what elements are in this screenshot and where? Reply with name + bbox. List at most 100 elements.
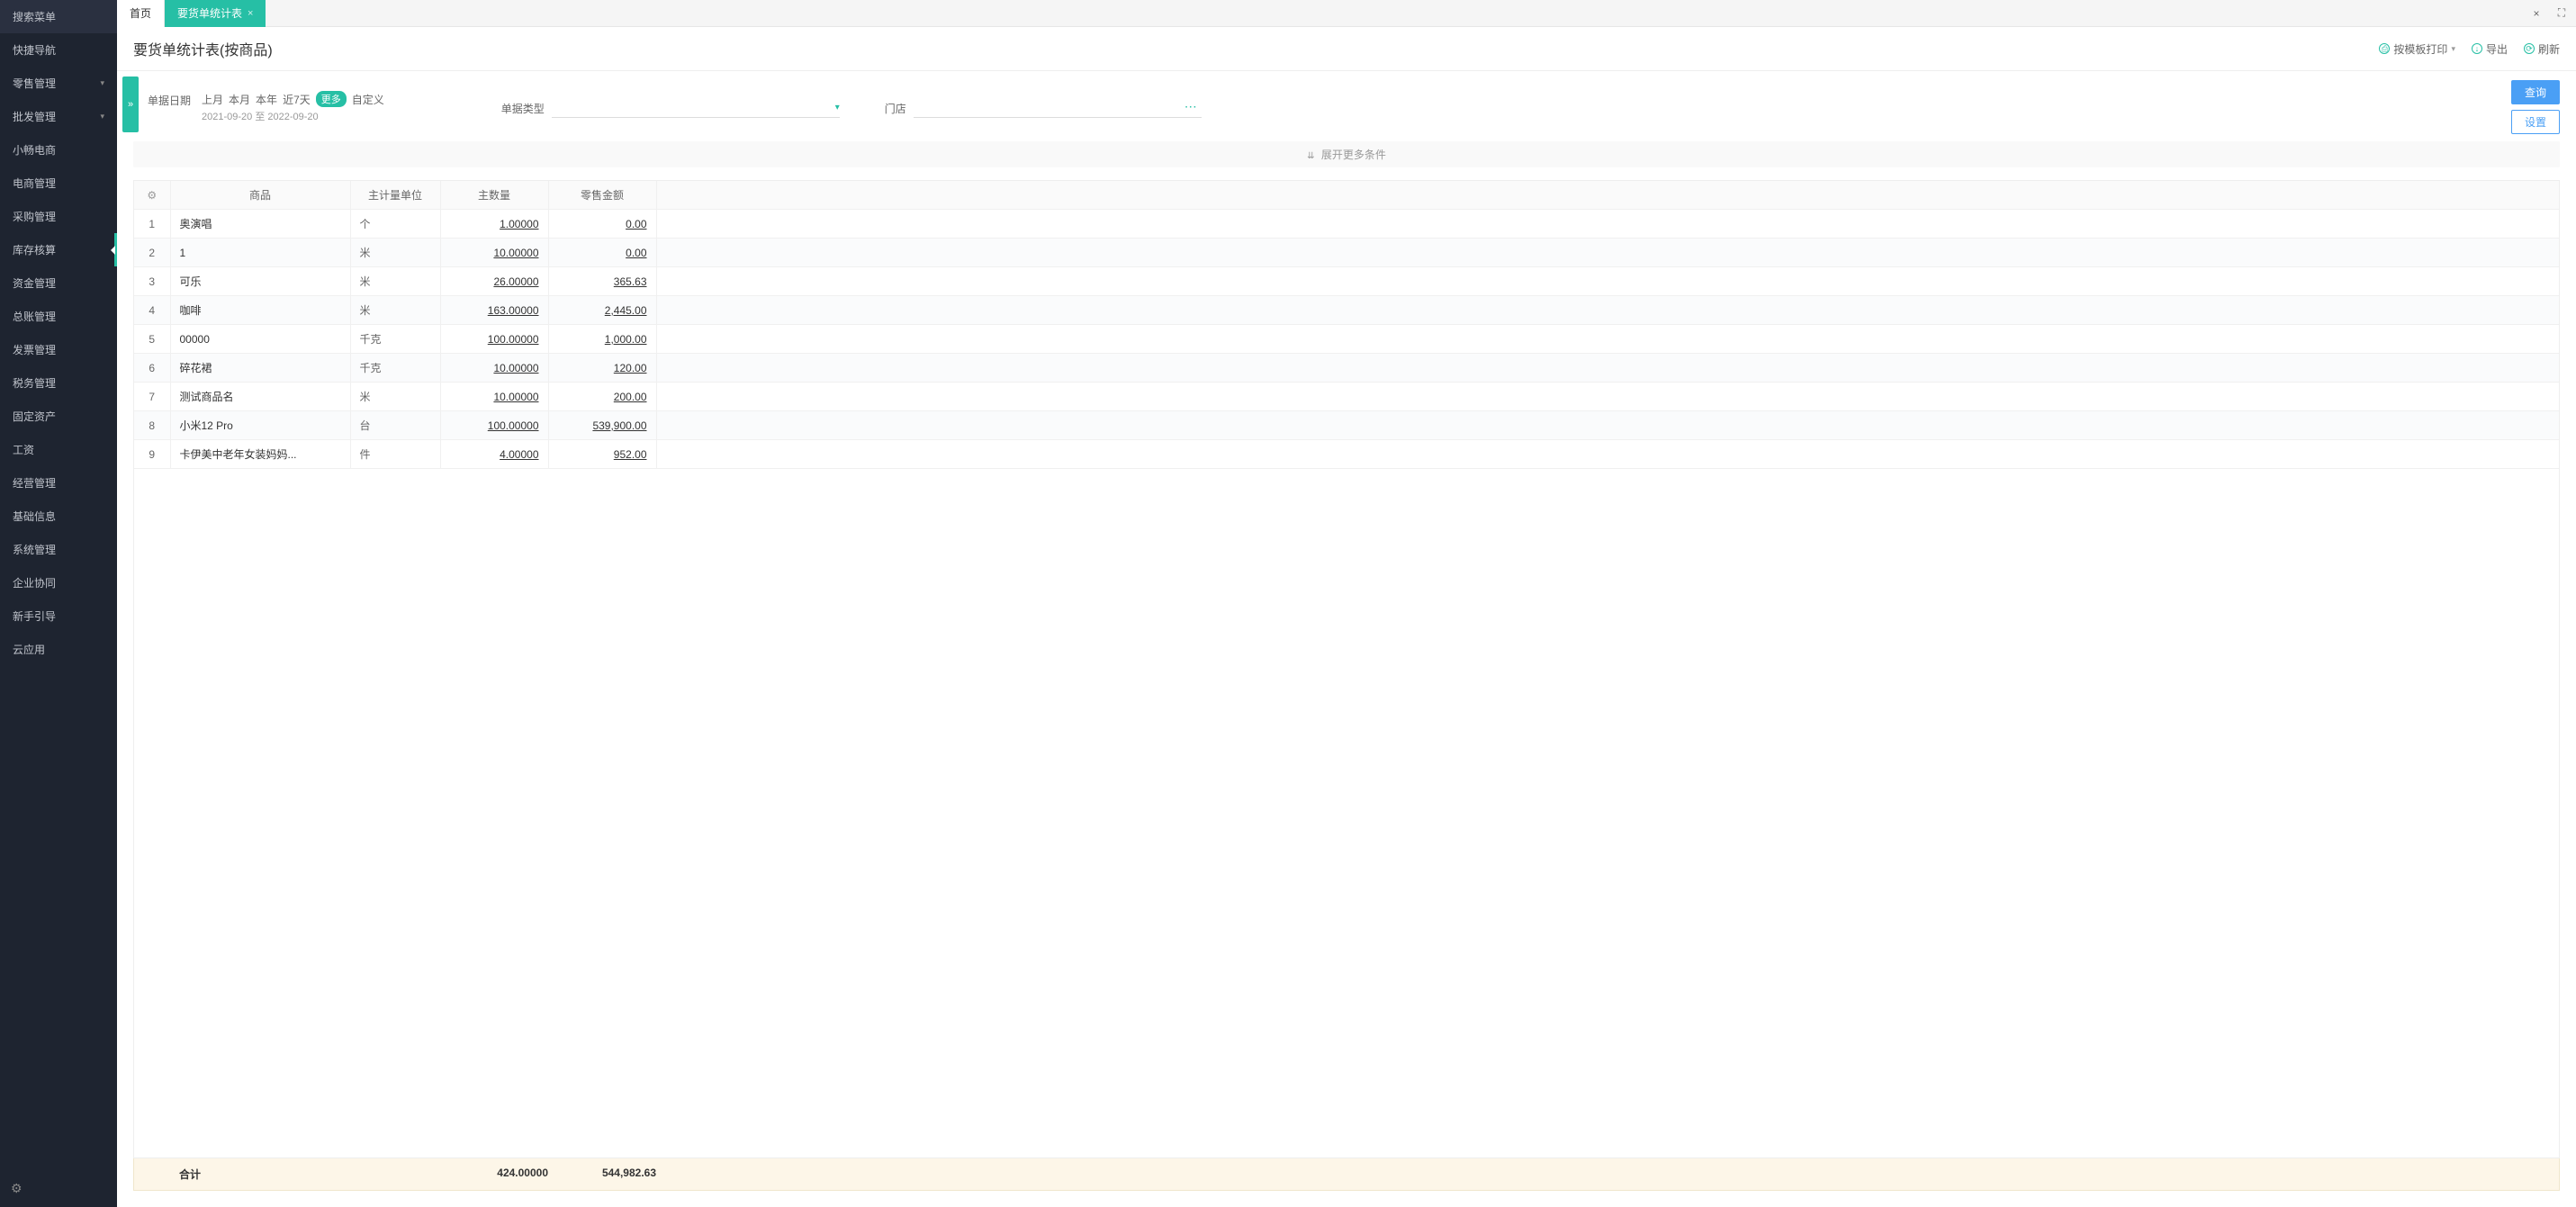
- cell-amount[interactable]: 200.00: [548, 383, 656, 411]
- sidebar-item-15[interactable]: 基础信息: [0, 500, 117, 533]
- preset-more[interactable]: 更多: [316, 91, 347, 107]
- table-wrap: ⚙ 商品 主计量单位 主数量 零售金额 1奥演唱个1.000000.0021米1…: [117, 167, 2576, 1207]
- cell-unit: 米: [350, 267, 440, 296]
- sidebar-item-label: 发票管理: [13, 342, 56, 357]
- th-amount[interactable]: 零售金额: [548, 181, 656, 210]
- cell-amount[interactable]: 539,900.00: [548, 411, 656, 440]
- cell-qty[interactable]: 1.00000: [440, 210, 548, 239]
- preset-custom[interactable]: 自定义: [352, 92, 384, 107]
- preset-last-month[interactable]: 上月: [202, 92, 223, 107]
- expand-more-filters[interactable]: ⇊ 展开更多条件: [133, 141, 2560, 167]
- tab-home-label: 首页: [130, 5, 151, 21]
- sidebar-item-7[interactable]: 库存核算: [0, 233, 117, 266]
- table-row[interactable]: 6碎花裙千克10.00000120.00: [134, 354, 2559, 383]
- table-row[interactable]: 8小米12 Pro台100.00000539,900.00: [134, 411, 2559, 440]
- sidebar-item-6[interactable]: 采购管理: [0, 200, 117, 233]
- collapse-filter-handle[interactable]: »: [122, 77, 139, 132]
- sidebar-item-13[interactable]: 工资: [0, 433, 117, 466]
- cell-qty[interactable]: 10.00000: [440, 354, 548, 383]
- preset-this-year[interactable]: 本年: [256, 92, 277, 107]
- print-button[interactable]: ⎙ 按模板打印 ▾: [2379, 41, 2455, 57]
- refresh-icon: ⟳: [2524, 43, 2535, 54]
- sidebar-item-18[interactable]: 新手引导: [0, 599, 117, 633]
- sidebar-item-4[interactable]: 小畅电商: [0, 133, 117, 167]
- cell-qty[interactable]: 26.00000: [440, 267, 548, 296]
- chevron-down-icon: ▾: [2451, 44, 2455, 54]
- sidebar-item-19[interactable]: 云应用: [0, 633, 117, 666]
- gear-icon: ⚙: [11, 1181, 23, 1195]
- tab-close-all[interactable]: ×: [2526, 3, 2547, 24]
- cell-product: 00000: [170, 325, 350, 354]
- cell-amount[interactable]: 120.00: [548, 354, 656, 383]
- table-row[interactable]: 500000千克100.000001,000.00: [134, 325, 2559, 354]
- cell-qty[interactable]: 4.00000: [440, 440, 548, 469]
- page-header: 要货单统计表(按商品) ⎙ 按模板打印 ▾ ↓ 导出 ⟳ 刷新: [117, 27, 2576, 71]
- table-row[interactable]: 9卡伊美中老年女装妈妈...件4.00000952.00: [134, 440, 2559, 469]
- cell-unit: 个: [350, 210, 440, 239]
- sidebar-item-label: 搜索菜单: [13, 9, 56, 24]
- doc-type-input[interactable]: [552, 97, 840, 118]
- cell-idx: 2: [134, 239, 170, 267]
- sidebar: 搜索菜单快捷导航零售管理▾批发管理▾ 小畅电商电商管理采购管理库存核算资金管理总账…: [0, 0, 117, 1207]
- export-button[interactable]: ↓ 导出: [2472, 41, 2508, 57]
- th-qty[interactable]: 主数量: [440, 181, 548, 210]
- cell-qty[interactable]: 100.00000: [440, 325, 548, 354]
- sidebar-item-label: 企业协同: [13, 575, 56, 590]
- table-row[interactable]: 3可乐米26.00000365.63: [134, 267, 2559, 296]
- sidebar-item-10[interactable]: 发票管理: [0, 333, 117, 366]
- cell-amount[interactable]: 1,000.00: [548, 325, 656, 354]
- sidebar-item-11[interactable]: 税务管理: [0, 366, 117, 400]
- export-icon: ↓: [2472, 43, 2482, 54]
- cell-qty[interactable]: 10.00000: [440, 383, 548, 411]
- cell-amount[interactable]: 0.00: [548, 239, 656, 267]
- sidebar-item-9[interactable]: 总账管理: [0, 300, 117, 333]
- cell-qty[interactable]: 100.00000: [440, 411, 548, 440]
- table-row[interactable]: 21米10.000000.00: [134, 239, 2559, 267]
- sidebar-item-label: 零售管理: [13, 76, 56, 91]
- cell-amount[interactable]: 365.63: [548, 267, 656, 296]
- cell-unit: 千克: [350, 354, 440, 383]
- sidebar-item-16[interactable]: 系统管理: [0, 533, 117, 566]
- tab-active[interactable]: 要货单统计表 ×: [165, 0, 266, 27]
- query-button[interactable]: 查询: [2511, 80, 2560, 104]
- refresh-button[interactable]: ⟳ 刷新: [2524, 41, 2560, 57]
- table-row[interactable]: 1奥演唱个1.000000.00: [134, 210, 2559, 239]
- table-settings-icon[interactable]: ⚙: [147, 189, 157, 202]
- tab-home[interactable]: 首页: [117, 0, 165, 27]
- cell-amount[interactable]: 0.00: [548, 210, 656, 239]
- sidebar-item-12[interactable]: 固定资产: [0, 400, 117, 433]
- sidebar-item-8[interactable]: 资金管理: [0, 266, 117, 300]
- sidebar-item-2[interactable]: 零售管理▾: [0, 67, 117, 100]
- th-product[interactable]: 商品: [170, 181, 350, 210]
- sidebar-item-3[interactable]: 批发管理▾: [0, 100, 117, 133]
- sidebar-item-1[interactable]: 快捷导航: [0, 33, 117, 67]
- sidebar-item-17[interactable]: 企业协同: [0, 566, 117, 599]
- table-row[interactable]: 7测试商品名米10.00000200.00: [134, 383, 2559, 411]
- cell-product: 碎花裙: [170, 354, 350, 383]
- sidebar-item-0[interactable]: 搜索菜单: [0, 0, 117, 33]
- sidebar-item-5[interactable]: 电商管理: [0, 167, 117, 200]
- cell-idx: 6: [134, 354, 170, 383]
- tab-fullscreen[interactable]: ⛶: [2551, 3, 2572, 24]
- cell-qty[interactable]: 163.00000: [440, 296, 548, 325]
- cell-qty[interactable]: 10.00000: [440, 239, 548, 267]
- close-icon[interactable]: ×: [248, 8, 253, 19]
- sidebar-item-label: 库存核算: [13, 242, 56, 257]
- preset-last7[interactable]: 近7天: [283, 92, 311, 107]
- sidebar-item-14[interactable]: 经营管理: [0, 466, 117, 500]
- cell-product: 测试商品名: [170, 383, 350, 411]
- table-row[interactable]: 4咖啡米163.000002,445.00: [134, 296, 2559, 325]
- sidebar-settings[interactable]: ⚙: [0, 1170, 117, 1207]
- th-unit[interactable]: 主计量单位: [350, 181, 440, 210]
- cell-idx: 5: [134, 325, 170, 354]
- cell-amount[interactable]: 952.00: [548, 440, 656, 469]
- store-input[interactable]: [914, 97, 1202, 118]
- preset-this-month[interactable]: 本月: [229, 92, 250, 107]
- total-qty: 424.00000: [449, 1166, 557, 1182]
- cell-amount[interactable]: 2,445.00: [548, 296, 656, 325]
- sidebar-item-label: 资金管理: [13, 275, 56, 291]
- date-filter-label: 单据日期: [148, 91, 191, 108]
- settings-button[interactable]: 设置: [2511, 110, 2560, 134]
- sidebar-item-label: 小畅电商: [13, 142, 56, 158]
- total-row: 合计 424.00000 544,982.63: [133, 1158, 2560, 1191]
